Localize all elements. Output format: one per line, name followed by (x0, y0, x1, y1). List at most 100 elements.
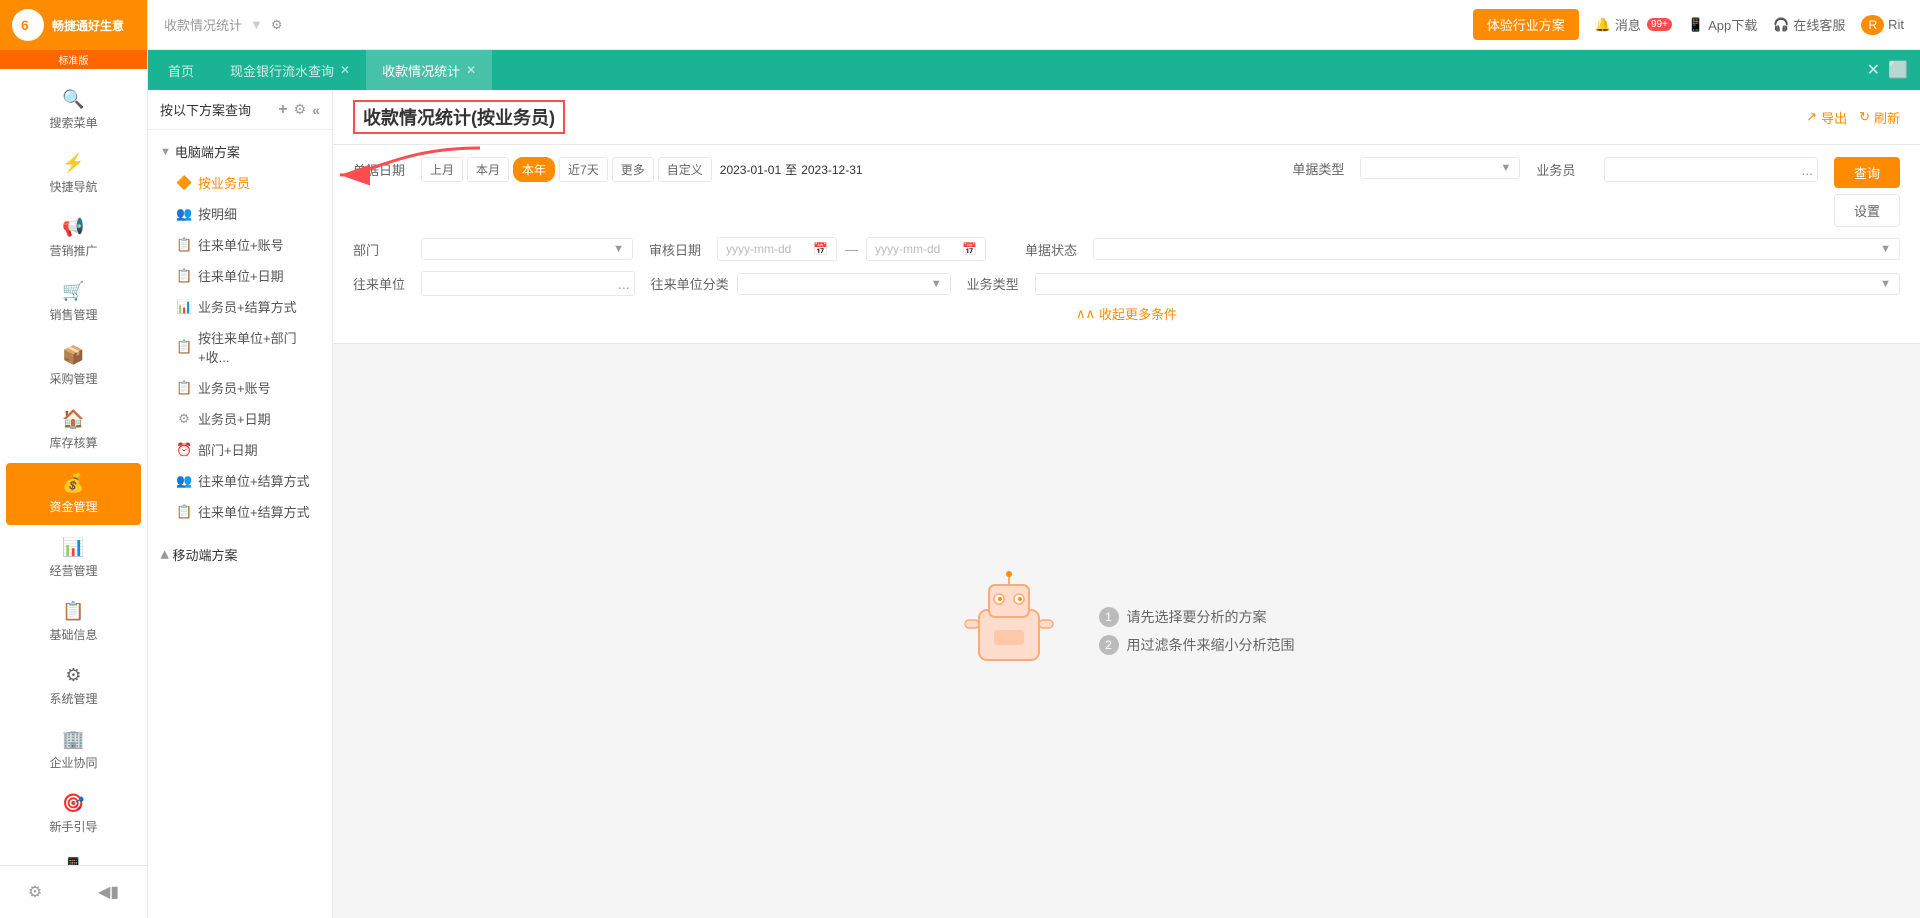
sidebar-item-system[interactable]: ⚙ 系统管理 (6, 655, 141, 717)
scheme-item-salesperson-account[interactable]: 📋 业务员+账号 (148, 372, 332, 403)
scheme-item-unit-date[interactable]: 📋 往来单位+日期 (148, 260, 332, 291)
operations-icon: 📊 (62, 537, 84, 558)
bill-status-select[interactable]: ▼ (1093, 238, 1900, 260)
partner-input[interactable] (422, 272, 614, 295)
left-panel: 按以下方案查询 + ⚙ « ▼ 电脑端方案 🔶 (148, 90, 333, 918)
scheme-settings-icon[interactable]: ⚙ (294, 101, 307, 118)
sidebar-item-guide[interactable]: 🎯 新手引导 (6, 783, 141, 845)
online-service-btn[interactable]: 🎧 在线客服 (1773, 15, 1845, 34)
scheme-label-dept-date: 部门+日期 (198, 440, 258, 459)
audit-date-from-input[interactable]: yyyy-mm-dd 📅 (717, 237, 837, 261)
scheme-item-by-salesperson[interactable]: 🔶 按业务员 (148, 167, 332, 198)
collapse-bottom-icon[interactable]: ◀▮ (94, 878, 123, 906)
date-buttons-group: 上月 本月 本年 近7天 更多 自定义 (421, 157, 712, 182)
salesperson-input[interactable] (1605, 158, 1797, 181)
sidebar-item-search[interactable]: 🔍 搜索菜单 (6, 79, 141, 141)
edition-badge: 标准版 (0, 50, 147, 69)
hint-num-2: 2 (1099, 635, 1119, 655)
partner-type-label: 往来单位分类 (651, 274, 729, 293)
scheme-item-unit-account[interactable]: 📋 往来单位+账号 (148, 229, 332, 260)
collapse-bar[interactable]: ∧∧ 收起更多条件 (353, 296, 1900, 331)
empty-hint-2: 2 用过滤条件来缩小分析范围 (1099, 635, 1295, 655)
date-label: 单据日期 (353, 160, 413, 179)
scheme-item-salesperson-settlement[interactable]: 📊 业务员+结算方式 (148, 291, 332, 322)
sidebar-item-operations[interactable]: 📊 经营管理 (6, 527, 141, 589)
refresh-btn[interactable]: ↻ 刷新 (1859, 108, 1900, 127)
bill-status-label: 单据状态 (1025, 240, 1085, 259)
scheme-item-unit-settlement1[interactable]: 👥 往来单位+结算方式 (148, 465, 332, 496)
sidebar-label-sales: 销售管理 (49, 306, 97, 323)
export-btn[interactable]: ↗ 导出 (1806, 108, 1847, 127)
partner-more-icon[interactable]: ... (614, 276, 634, 292)
sidebar-item-inventory[interactable]: 🏠 库存核算 (6, 399, 141, 461)
unit-account-icon: 📋 (176, 237, 192, 253)
sidebar-item-sales[interactable]: 🛒 销售管理 (6, 271, 141, 333)
sidebar-item-finance[interactable]: 💰 资金管理 (6, 463, 141, 525)
type-select-arrow-icon: ▼ (1500, 162, 1511, 174)
main-content: 收款情况统计 ▼ ⚙ 体验行业方案 🔔 消息 99+ 📱 App下载 🎧 在线客… (148, 0, 1920, 918)
app-name: 畅捷通好生意 (52, 17, 124, 34)
scheme-item-salesperson-date[interactable]: ⚙ 业务员+日期 (148, 403, 332, 434)
salesperson-more-icon[interactable]: ... (1797, 162, 1817, 178)
desktop-group-header[interactable]: ▼ 电脑端方案 (148, 136, 332, 167)
scheme-item-unit-settlement2[interactable]: 📋 往来单位+结算方式 (148, 496, 332, 527)
sidebar-item-quicknav[interactable]: ⚡ 快捷导航 (6, 143, 141, 205)
sidebar-item-basic[interactable]: 📋 基础信息 (6, 591, 141, 653)
export-label: 导出 (1821, 108, 1847, 127)
date-btn-more[interactable]: 更多 (612, 157, 654, 182)
dept-select[interactable]: ▼ (421, 238, 633, 260)
window-close-btn[interactable]: ✕ (1867, 60, 1880, 80)
tab-collection-stats-close[interactable]: ✕ (466, 63, 476, 77)
date-btn-7days[interactable]: 近7天 (559, 157, 608, 182)
date-btn-this-month[interactable]: 本月 (467, 157, 509, 182)
type-select[interactable]: ▼ (1360, 157, 1520, 179)
tab-collection-stats[interactable]: 收款情况统计 ✕ (366, 50, 492, 90)
collapse-arrow-icon: ∧∧ (1076, 306, 1095, 322)
search-icon: 🔍 (62, 89, 84, 110)
date-btn-this-year[interactable]: 本年 (513, 157, 555, 182)
business-type-select[interactable]: ▼ (1035, 273, 1900, 295)
hint-num-1: 1 (1099, 607, 1119, 627)
tab-bank-flow[interactable]: 现金银行流水查询 ✕ (214, 50, 366, 90)
sidebar-label-basic: 基础信息 (49, 626, 97, 643)
scheme-item-unit-dept-collection[interactable]: 📋 按往来单位+部门+收... (148, 322, 332, 372)
settings-button[interactable]: 设置 (1834, 194, 1900, 227)
scheme-item-dept-date[interactable]: ⏰ 部门+日期 (148, 434, 332, 465)
scheme-label-salesperson-settlement: 业务员+结算方式 (198, 297, 297, 316)
window-maximize-btn[interactable]: ⬜ (1888, 60, 1908, 80)
app-download-btn[interactable]: 📱 App下载 (1688, 15, 1757, 34)
avatar-icon: R (1861, 15, 1884, 35)
filter-action-buttons: 查询 设置 (1834, 157, 1900, 227)
sidebar-label-marketing: 营销推广 (49, 242, 97, 259)
scheme-collapse-icon[interactable]: « (312, 102, 320, 118)
partner-type-select[interactable]: ▼ (737, 273, 951, 295)
trial-button[interactable]: 体验行业方案 (1473, 9, 1579, 40)
settings-bottom-icon[interactable]: ⚙ (24, 878, 46, 906)
mobile-group-header[interactable]: ▶ 移动端方案 (148, 539, 332, 570)
tab-home[interactable]: 首页 (148, 50, 214, 90)
inventory-icon: 🏠 (62, 409, 84, 430)
audit-date-to-text: yyyy-mm-dd (875, 242, 940, 256)
scheme-item-by-detail[interactable]: 👥 按明细 (148, 198, 332, 229)
date-btn-last-month[interactable]: 上月 (421, 157, 463, 182)
hardware-icon: 📱 (62, 857, 84, 865)
sidebar-item-marketing[interactable]: 📢 营销推广 (6, 207, 141, 269)
user-avatar[interactable]: R Rit (1861, 15, 1904, 35)
audit-date-label: 审核日期 (649, 240, 709, 259)
date-btn-custom[interactable]: 自定义 (658, 157, 712, 182)
download-label: App下载 (1708, 15, 1757, 34)
settings-gear-icon[interactable]: ⚙ (271, 17, 283, 33)
refresh-label: 刷新 (1874, 108, 1900, 127)
notification-btn[interactable]: 🔔 消息 99+ (1595, 15, 1672, 34)
finance-icon: 💰 (62, 473, 84, 494)
sidebar-item-purchase[interactable]: 📦 采购管理 (6, 335, 141, 397)
unit-date-icon: 📋 (176, 268, 192, 284)
add-scheme-icon[interactable]: + (278, 101, 287, 119)
sidebar-item-hardware[interactable]: 📱 智能硬件 (6, 847, 141, 865)
sidebar-item-enterprise[interactable]: 🏢 企业协同 (6, 719, 141, 781)
tab-bank-flow-close[interactable]: ✕ (340, 63, 350, 77)
desktop-group-label: 电脑端方案 (175, 142, 240, 161)
query-button[interactable]: 查询 (1834, 157, 1900, 188)
sidebar-label-quicknav: 快捷导航 (49, 178, 97, 195)
audit-date-to-input[interactable]: yyyy-mm-dd 📅 (866, 237, 986, 261)
